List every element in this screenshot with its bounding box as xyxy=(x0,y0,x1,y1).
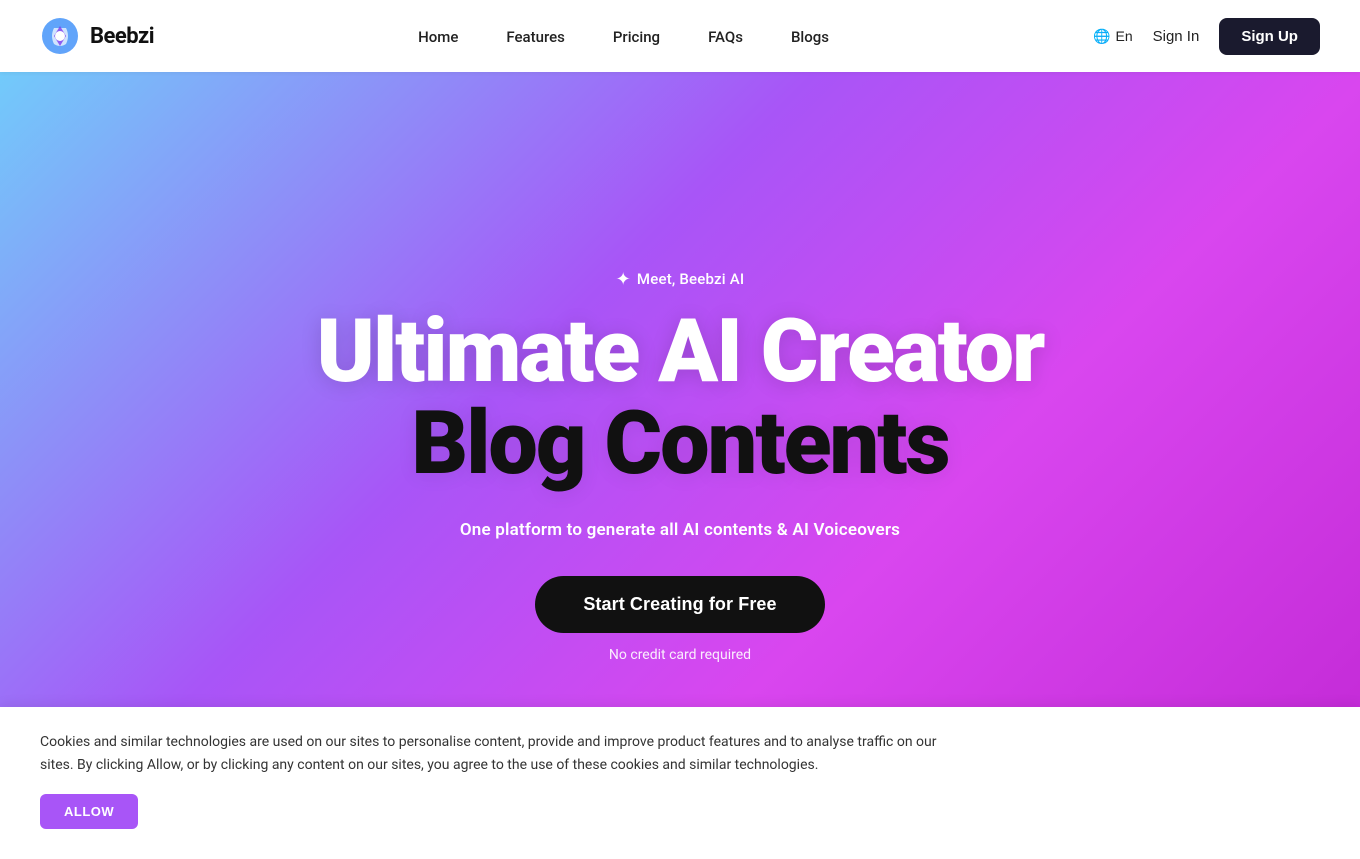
nav-item-home[interactable]: Home xyxy=(418,27,458,46)
lang-label: En xyxy=(1115,28,1132,44)
nav-item-blogs[interactable]: Blogs xyxy=(791,27,829,46)
hero-subtitle: One platform to generate all AI contents… xyxy=(460,520,900,540)
cta-button[interactable]: Start Creating for Free xyxy=(535,576,824,633)
no-card-text: No credit card required xyxy=(609,647,751,663)
signin-button[interactable]: Sign In xyxy=(1153,28,1200,45)
sparkle-icon: ✦ xyxy=(616,269,631,290)
navbar: Beebzi Home Features Pricing FAQs Blogs … xyxy=(0,0,1360,72)
logo-icon xyxy=(40,16,80,56)
nav-item-features[interactable]: Features xyxy=(506,27,564,46)
cookie-banner: Cookies and similar technologies are use… xyxy=(0,707,1360,859)
nav-item-pricing[interactable]: Pricing xyxy=(613,27,660,46)
cookie-text: Cookies and similar technologies are use… xyxy=(40,731,940,776)
nav-right: 🌐 En Sign In Sign Up xyxy=(1093,18,1320,55)
hero-title-line1: Ultimate AI Creator xyxy=(317,308,1044,396)
globe-icon: 🌐 xyxy=(1093,28,1110,45)
nav-links: Home Features Pricing FAQs Blogs xyxy=(418,27,829,46)
meet-badge-text: Meet, Beebzi AI xyxy=(637,270,744,288)
allow-button[interactable]: ALLOW xyxy=(40,794,138,829)
signup-button[interactable]: Sign Up xyxy=(1219,18,1320,55)
language-button[interactable]: 🌐 En xyxy=(1093,28,1133,45)
hero-content: ✦ Meet, Beebzi AI Ultimate AI Creator Bl… xyxy=(297,269,1064,663)
logo[interactable]: Beebzi xyxy=(40,16,154,56)
logo-text: Beebzi xyxy=(90,24,154,49)
nav-item-faqs[interactable]: FAQs xyxy=(708,27,743,46)
hero-title-line2: Blog Contents xyxy=(411,400,948,488)
meet-badge: ✦ Meet, Beebzi AI xyxy=(616,269,745,290)
